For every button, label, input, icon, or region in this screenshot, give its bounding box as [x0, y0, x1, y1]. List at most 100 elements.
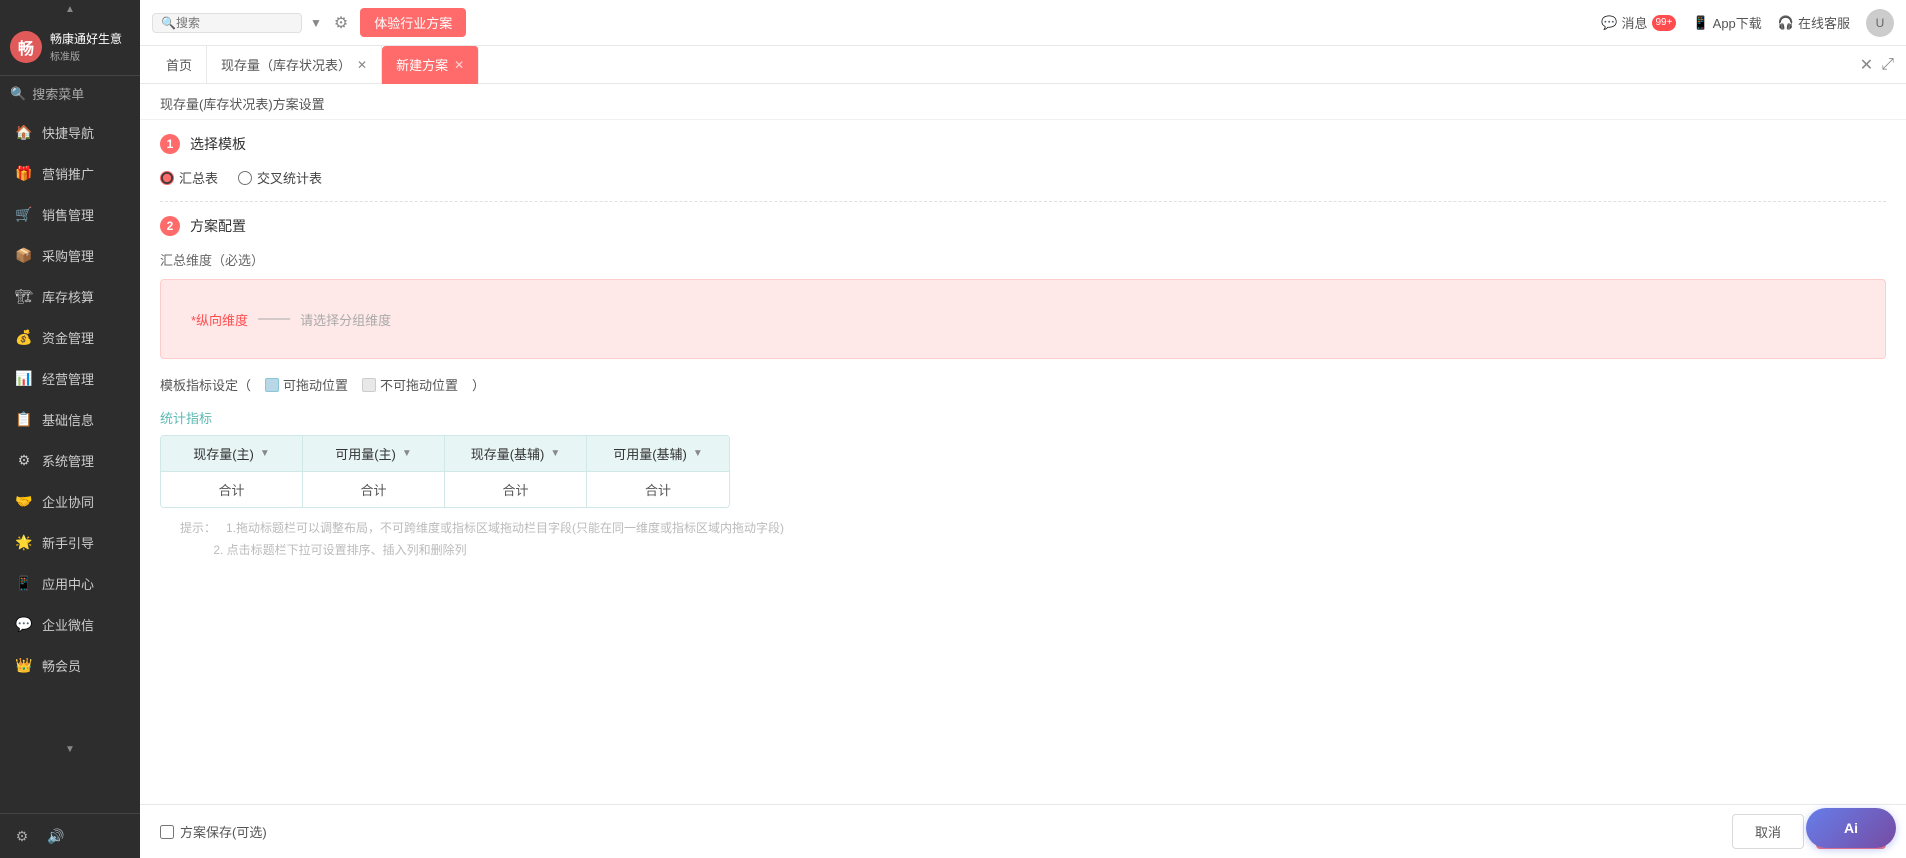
sidebar-scroll-up[interactable]: ▲ — [0, 0, 140, 19]
col1-chevron-icon[interactable]: ▼ — [260, 448, 270, 459]
sidebar-item-purchase[interactable]: 📦 采购管理 — [4, 235, 136, 275]
topbar-gear-icon[interactable]: ⚙ — [334, 13, 348, 33]
ai-fab-button[interactable]: Ai — [1806, 808, 1896, 848]
section1-select-template: 1 选择模板 汇总表 交叉统计表 — [140, 120, 1906, 201]
tab-inventory-close-icon[interactable]: ✕ — [357, 58, 367, 72]
messages-badge: 99+ — [1652, 15, 1677, 31]
hint-title: 提示： 1.拖动标题栏可以调整布局，不可跨维度或指标区域拖动栏目字段(只能在同一… — [180, 518, 1866, 540]
sidebar-settings-icon[interactable]: ⚙ — [10, 824, 34, 848]
dimension-placeholder: 请选择分组维度 — [300, 310, 391, 329]
sidebar-item-finance[interactable]: 💰 资金管理 — [4, 317, 136, 357]
sidebar-item-label: 畅会员 — [42, 656, 81, 675]
main-area: 🔍 ▼ ⚙ 体验行业方案 💬 消息 99+ 📱 App下载 🎧 在线客服 U — [140, 0, 1906, 858]
wechat-icon: 💬 — [14, 614, 34, 634]
user-avatar[interactable]: U — [1866, 9, 1894, 37]
sidebar-search[interactable]: 🔍 搜索菜单 — [0, 76, 140, 111]
sidebar-item-operation[interactable]: 📊 经营管理 — [4, 358, 136, 398]
topbar: 🔍 ▼ ⚙ 体验行业方案 💬 消息 99+ 📱 App下载 🎧 在线客服 U — [140, 0, 1906, 46]
radio-cross-input[interactable] — [238, 171, 252, 185]
radio-summary-input[interactable] — [160, 171, 174, 185]
topbar-dropdown-arrow[interactable]: ▼ — [310, 16, 322, 30]
tab-inventory-status[interactable]: 现存量（库存状况表） ✕ — [207, 46, 382, 84]
topbar-messages[interactable]: 💬 消息 99+ — [1601, 13, 1676, 32]
tabs-right-controls: ✕ ⤢ — [1860, 55, 1894, 75]
col3-label: 现存量(基辅) — [471, 444, 545, 463]
sidebar-item-inventory[interactable]: 🏗 库存核算 — [4, 276, 136, 316]
star-icon: 🌟 — [14, 532, 34, 552]
headset-icon: 🎧 — [1778, 15, 1794, 31]
trial-btn[interactable]: 体验行业方案 — [360, 8, 466, 37]
cancel-button[interactable]: 取消 — [1732, 814, 1804, 849]
sidebar-item-wechat[interactable]: 💬 企业微信 — [4, 604, 136, 644]
hint-item-2: 2. 点击标题栏下拉可设置排序、插入列和删除列 — [180, 540, 1866, 562]
tab-home[interactable]: 首页 — [152, 46, 207, 84]
home-icon: 🏠 — [14, 122, 34, 142]
sidebar-sound-icon[interactable]: 🔊 — [44, 824, 68, 848]
sidebar-item-marketing[interactable]: 🎁 营销推广 — [4, 153, 136, 193]
sidebar-item-label: 企业微信 — [42, 615, 94, 634]
sidebar-item-sales[interactable]: 🛒 销售管理 — [4, 194, 136, 234]
dimension-area[interactable]: *纵向维度 —— 请选择分组维度 — [160, 279, 1886, 359]
section2-num: 2 — [160, 216, 180, 236]
inventory-status-tab-label: 现存量（库存状况表） — [221, 55, 351, 74]
draggable-tag-label: 可拖动位置 — [283, 375, 348, 394]
sidebar-item-appstore[interactable]: 📱 应用中心 — [4, 563, 136, 603]
save-option-label: 方案保存(可选) — [180, 822, 267, 841]
tab-new-plan[interactable]: 新建方案 ✕ — [382, 46, 479, 84]
save-option: 方案保存(可选) — [160, 822, 267, 841]
sidebar-item-label: 新手引导 — [42, 533, 94, 552]
handshake-icon: 🤝 — [14, 491, 34, 511]
finance-icon: 💰 — [14, 327, 34, 347]
col4-chevron-icon[interactable]: ▼ — [693, 448, 703, 459]
online-service-label: 在线客服 — [1798, 13, 1850, 32]
indicator-settings: 模板指标设定（ 可拖动位置 不可拖动位置 ） — [160, 375, 1886, 394]
tab-new-plan-close-icon[interactable]: ✕ — [454, 58, 464, 72]
sidebar-item-label: 系统管理 — [42, 451, 94, 470]
new-plan-tab-label: 新建方案 — [396, 55, 448, 74]
phone-icon: 📱 — [14, 573, 34, 593]
topbar-search-box[interactable]: 🔍 — [152, 13, 302, 33]
sidebar-scroll-down[interactable]: ▼ — [0, 740, 140, 759]
tab-expand-icon[interactable]: ⤢ — [1881, 56, 1894, 74]
col2-chevron-icon[interactable]: ▼ — [402, 448, 412, 459]
sidebar-item-system[interactable]: ⚙ 系统管理 — [4, 440, 136, 480]
topbar-app-download[interactable]: 📱 App下载 — [1692, 13, 1761, 32]
radio-cross[interactable]: 交叉统计表 — [238, 168, 322, 187]
app-download-label: App下载 — [1713, 13, 1762, 32]
stats-section-label: 统计指标 — [160, 408, 1886, 427]
draggable-tag-box — [265, 378, 279, 392]
sidebar-item-label: 库存核算 — [42, 287, 94, 306]
non-draggable-tag: 不可拖动位置 — [362, 375, 458, 394]
topbar-search-input[interactable] — [176, 16, 276, 30]
sidebar-item-label: 快捷导航 — [42, 123, 94, 142]
message-icon: 💬 — [1601, 15, 1617, 31]
stats-table-row-1: 合计 合计 合计 合计 — [161, 471, 729, 507]
hint-section: 提示： 1.拖动标题栏可以调整布局，不可跨维度或指标区域拖动栏目字段(只能在同一… — [160, 508, 1886, 571]
stats-col-header-3: 现存量(基辅) ▼ — [445, 436, 587, 471]
indicator-settings-label: 模板指标设定（ — [160, 375, 251, 394]
sidebar-item-quick-nav[interactable]: 🏠 快捷导航 — [4, 112, 136, 152]
chart-icon: 📊 — [14, 368, 34, 388]
sidebar-item-member[interactable]: 👑 畅会员 — [4, 645, 136, 685]
sidebar-item-newuser[interactable]: 🌟 新手引导 — [4, 522, 136, 562]
sidebar-item-cooperation[interactable]: 🤝 企业协同 — [4, 481, 136, 521]
ai-fab-label: Ai — [1844, 820, 1858, 836]
sidebar-item-label: 采购管理 — [42, 246, 94, 265]
radio-summary[interactable]: 汇总表 — [160, 168, 218, 187]
sidebar-item-label: 销售管理 — [42, 205, 94, 224]
radio-summary-label: 汇总表 — [179, 168, 218, 187]
sidebar-item-basic[interactable]: 📋 基础信息 — [4, 399, 136, 439]
section1-num: 1 — [160, 134, 180, 154]
topbar-right: 💬 消息 99+ 📱 App下载 🎧 在线客服 U — [1601, 9, 1894, 37]
home-tab-label: 首页 — [166, 55, 192, 74]
stats-cell-1-1: 合计 — [161, 472, 303, 507]
dimension-dash: —— — [258, 310, 290, 328]
sidebar-item-label: 基础信息 — [42, 410, 94, 429]
col4-label: 可用量(基辅) — [613, 444, 687, 463]
topbar-online-service[interactable]: 🎧 在线客服 — [1778, 13, 1850, 32]
stats-table: 现存量(主) ▼ 可用量(主) ▼ 现存量(基辅) ▼ 可用量(基辅) — [160, 435, 730, 508]
app-version: 标准版 — [50, 48, 122, 63]
save-checkbox[interactable] — [160, 825, 174, 839]
col3-chevron-icon[interactable]: ▼ — [550, 448, 560, 459]
tab-close-all-icon[interactable]: ✕ — [1860, 55, 1873, 75]
